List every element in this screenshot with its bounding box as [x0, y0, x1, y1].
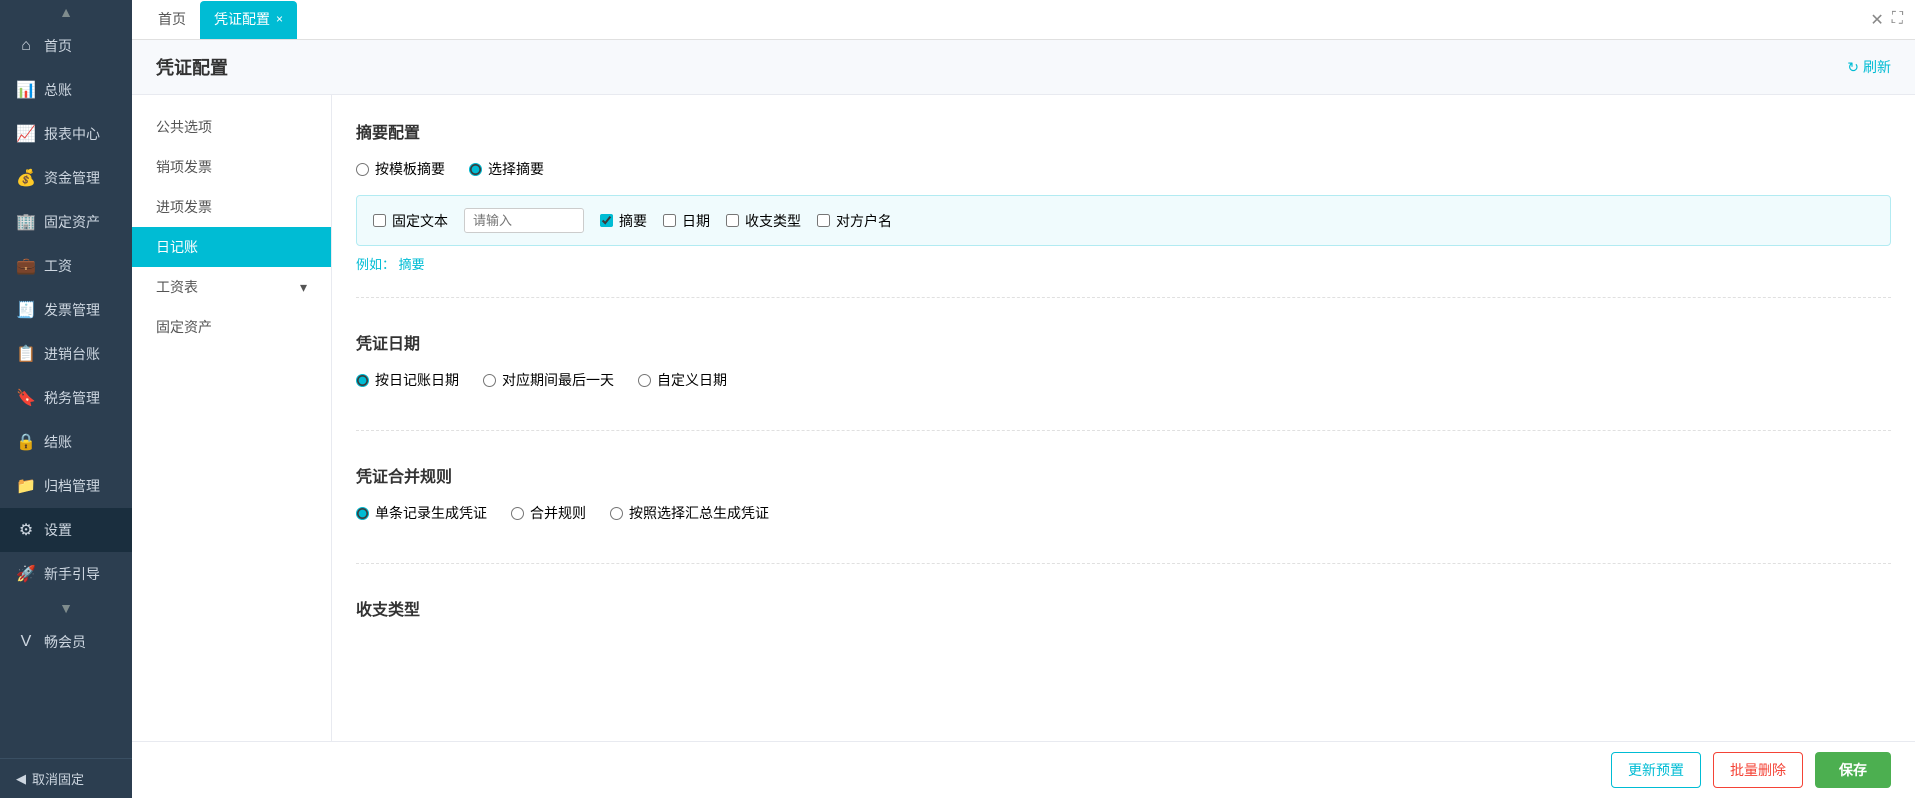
checkbox-counterparty[interactable]: 对方户名 [817, 211, 892, 231]
summary-checkbox-row: 固定文本 摘要 日期 收支类型 [356, 195, 1891, 246]
sidebar-item-invoice-mgmt[interactable]: 🧾 发票管理 [0, 288, 132, 332]
pin-icon: ◀ [16, 771, 26, 787]
radio-single-record[interactable]: 单条记录生成凭证 [356, 503, 487, 523]
ledger-icon: 📊 [16, 80, 36, 100]
sidebar-item-close[interactable]: 🔒 结账 [0, 420, 132, 464]
checkbox-summary-input[interactable] [600, 214, 613, 227]
checkbox-date[interactable]: 日期 [663, 211, 710, 231]
member-icon: V [16, 633, 36, 651]
summary-section: 摘要配置 按模板摘要 选择摘要 固定文本 [356, 119, 1891, 298]
tab-home[interactable]: 首页 [144, 1, 200, 39]
sidebar-item-ledger[interactable]: 📊 总账 [0, 68, 132, 112]
checkbox-income-type[interactable]: 收支类型 [726, 211, 801, 231]
sidebar-item-salary[interactable]: 💼 工资 [0, 244, 132, 288]
sales-ledger-icon: 📋 [16, 344, 36, 364]
right-content: 摘要配置 按模板摘要 选择摘要 固定文本 [332, 95, 1915, 741]
date-section-title: 凭证日期 [356, 330, 1891, 354]
radio-select-merge-input[interactable] [610, 507, 623, 520]
unpin-button[interactable]: ◀ 取消固定 [0, 758, 132, 798]
nav-item-fixed-assets[interactable]: 固定资产 [132, 307, 331, 347]
update-preview-button[interactable]: 更新预置 [1611, 752, 1701, 788]
report-icon: 📈 [16, 124, 36, 144]
checkbox-fixed-text-input[interactable] [373, 214, 386, 227]
close-account-icon: 🔒 [16, 432, 36, 452]
settings-icon: ⚙ [16, 520, 36, 540]
income-section-title: 收支类型 [356, 596, 1891, 620]
nav-item-public[interactable]: 公共选项 [132, 107, 331, 147]
chevron-down-icon: ▾ [300, 279, 307, 296]
sidebar: ▲ ⌂ 首页 📊 总账 📈 报表中心 💰 资金管理 🏢 固定资产 💼 工资 🧾 … [0, 0, 132, 798]
checkbox-counterparty-input[interactable] [817, 214, 830, 227]
sidebar-item-home[interactable]: ⌂ 首页 [0, 24, 132, 68]
salary-icon: 💼 [16, 256, 36, 276]
minimize-icon[interactable]: ✕ [1870, 10, 1883, 30]
bottom-bar: 更新预置 批量删除 保存 [132, 741, 1915, 798]
merge-section: 凭证合并规则 单条记录生成凭证 合并规则 按照选择汇总生成凭证 [356, 463, 1891, 564]
tab-actions: ✕ ⛶ [1870, 10, 1903, 30]
sidebar-scroll-down[interactable]: ▼ [0, 596, 132, 620]
radio-template-summary[interactable]: 按模板摘要 [356, 159, 445, 179]
radio-merge-rules-input[interactable] [511, 507, 524, 520]
page-title: 凭证配置 [156, 54, 228, 80]
refresh-button[interactable]: ↻ 刷新 [1847, 57, 1891, 77]
funds-icon: 💰 [16, 168, 36, 188]
date-section: 凭证日期 按日记账日期 对应期间最后一天 自定义日期 [356, 330, 1891, 431]
nav-item-journal[interactable]: 日记账 [132, 227, 331, 267]
radio-custom-date-input[interactable] [638, 374, 651, 387]
main-area: 首页 凭证配置 × ✕ ⛶ 凭证配置 ↻ 刷新 公共选项 销项发票 进项 [132, 0, 1915, 798]
radio-template-summary-input[interactable] [356, 163, 369, 176]
checkbox-summary[interactable]: 摘要 [600, 211, 647, 231]
radio-select-merge[interactable]: 按照选择汇总生成凭证 [610, 503, 769, 523]
nav-item-sales-invoice[interactable]: 销项发票 [132, 147, 331, 187]
sidebar-scroll-up[interactable]: ▲ [0, 0, 132, 24]
radio-journal-date-input[interactable] [356, 374, 369, 387]
summary-section-title: 摘要配置 [356, 119, 1891, 143]
radio-select-summary-input[interactable] [469, 163, 482, 176]
maximize-icon[interactable]: ⛶ [1892, 10, 1903, 30]
radio-single-record-input[interactable] [356, 507, 369, 520]
archive-icon: 📁 [16, 476, 36, 496]
checkbox-income-type-input[interactable] [726, 214, 739, 227]
sidebar-item-member[interactable]: V 畅会员 [0, 620, 132, 664]
nav-item-payroll[interactable]: 工资表 ▾ [132, 267, 331, 307]
checkbox-date-input[interactable] [663, 214, 676, 227]
summary-radio-group: 按模板摘要 选择摘要 [356, 159, 1891, 179]
tab-bar: 首页 凭证配置 × ✕ ⛶ [132, 0, 1915, 40]
sidebar-item-archive[interactable]: 📁 归档管理 [0, 464, 132, 508]
nav-item-purchase-invoice[interactable]: 进项发票 [132, 187, 331, 227]
radio-select-summary[interactable]: 选择摘要 [469, 159, 544, 179]
radio-merge-rules[interactable]: 合并规则 [511, 503, 586, 523]
save-button[interactable]: 保存 [1815, 752, 1891, 788]
batch-delete-button[interactable]: 批量删除 [1713, 752, 1803, 788]
sidebar-item-report[interactable]: 📈 报表中心 [0, 112, 132, 156]
checkbox-fixed-text[interactable]: 固定文本 [373, 211, 448, 231]
sidebar-item-assets[interactable]: 🏢 固定资产 [0, 200, 132, 244]
content-layout: 公共选项 销项发票 进项发票 日记账 工资表 ▾ 固定资产 摘要配置 [132, 95, 1915, 741]
date-radio-group: 按日记账日期 对应期间最后一天 自定义日期 [356, 370, 1891, 390]
home-icon: ⌂ [16, 37, 36, 55]
radio-last-day-input[interactable] [483, 374, 496, 387]
merge-section-title: 凭证合并规则 [356, 463, 1891, 487]
invoice-mgmt-icon: 🧾 [16, 300, 36, 320]
tab-close-button[interactable]: × [276, 12, 283, 26]
sidebar-item-funds[interactable]: 💰 资金管理 [0, 156, 132, 200]
assets-icon: 🏢 [16, 212, 36, 232]
example-text: 例如： 摘要 [356, 254, 1891, 273]
radio-custom-date[interactable]: 自定义日期 [638, 370, 727, 390]
tab-voucher-config[interactable]: 凭证配置 × [200, 1, 297, 39]
tax-icon: 🔖 [16, 388, 36, 408]
income-section: 收支类型 [356, 596, 1891, 660]
left-nav: 公共选项 销项发票 进项发票 日记账 工资表 ▾ 固定资产 [132, 95, 332, 741]
sidebar-item-tax[interactable]: 🔖 税务管理 [0, 376, 132, 420]
sidebar-item-guide[interactable]: 🚀 新手引导 [0, 552, 132, 596]
fixed-text-input[interactable] [464, 208, 584, 233]
sidebar-item-settings[interactable]: ⚙ 设置 [0, 508, 132, 552]
radio-last-day[interactable]: 对应期间最后一天 [483, 370, 614, 390]
radio-journal-date[interactable]: 按日记账日期 [356, 370, 459, 390]
sidebar-item-sales-ledger[interactable]: 📋 进销台账 [0, 332, 132, 376]
merge-radio-group: 单条记录生成凭证 合并规则 按照选择汇总生成凭证 [356, 503, 1891, 523]
refresh-icon: ↻ [1847, 59, 1859, 76]
page-header: 凭证配置 ↻ 刷新 [132, 40, 1915, 95]
guide-icon: 🚀 [16, 564, 36, 584]
